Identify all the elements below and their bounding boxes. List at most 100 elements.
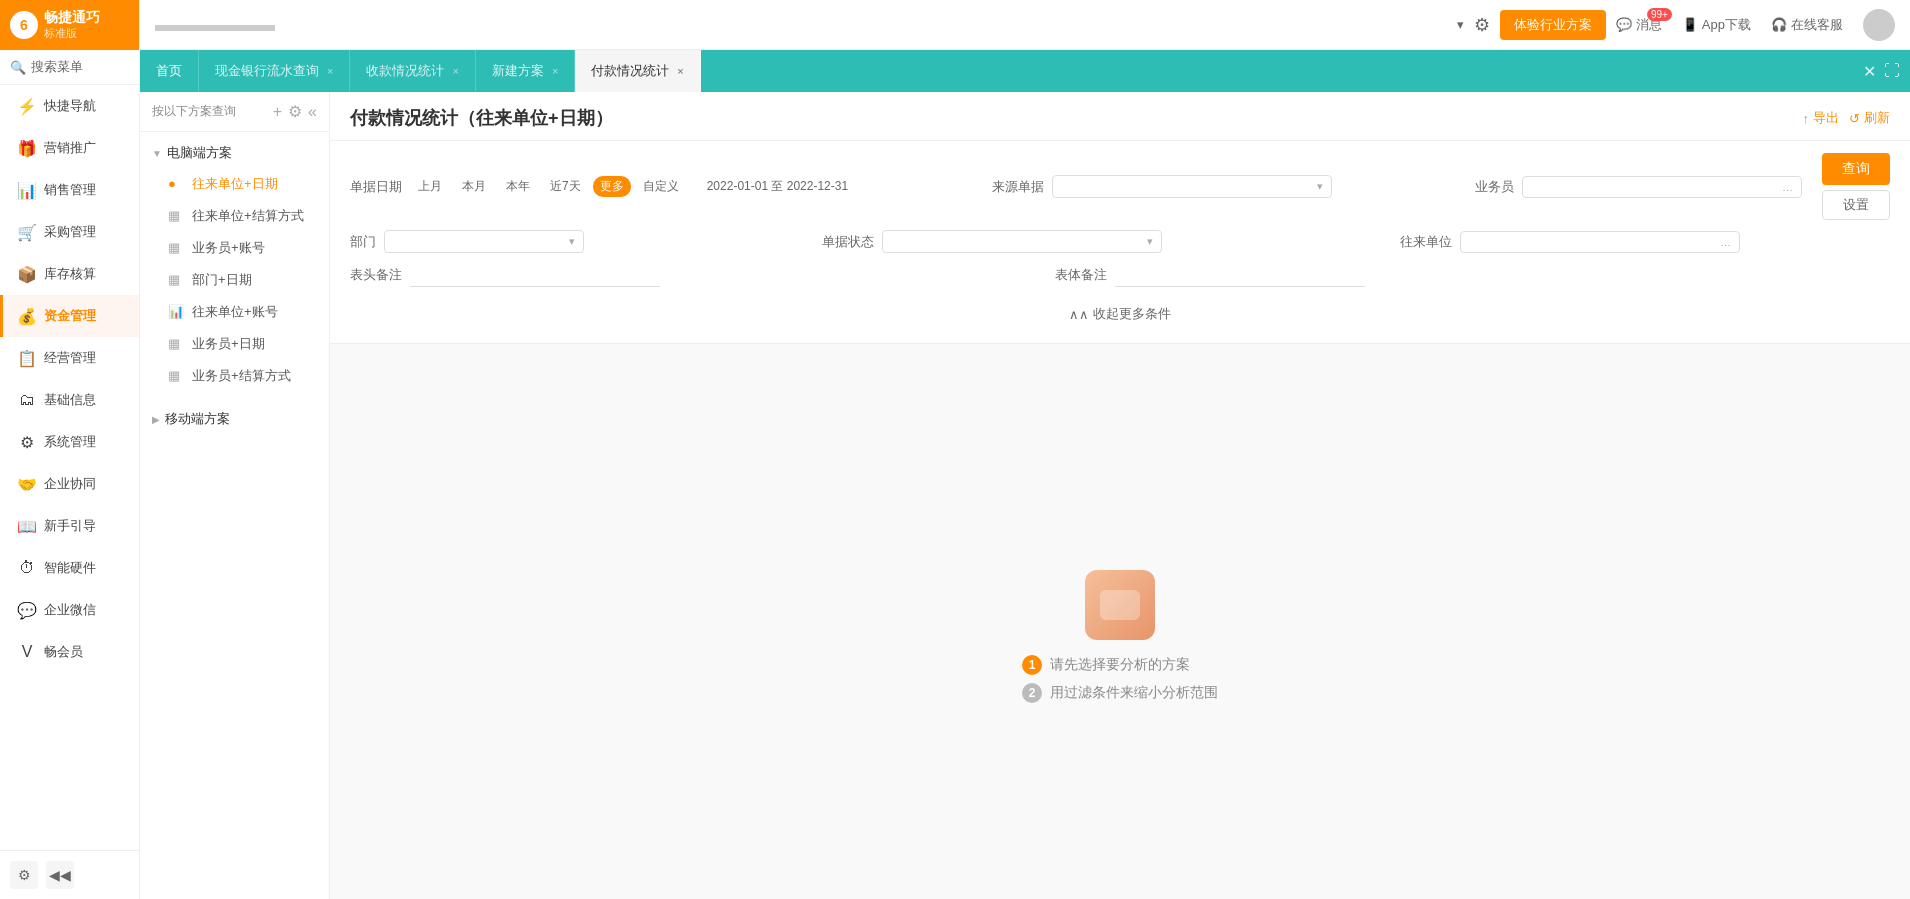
scheme-item-partner-settle[interactable]: ▦ 往来单位+结算方式 <box>140 200 329 232</box>
collapse-scheme-btn[interactable]: « <box>308 103 317 121</box>
sidebar-search[interactable]: 🔍 搜索菜单 <box>0 50 139 85</box>
sidebar-item-hardware[interactable]: ⏱ 智能硬件 <box>0 547 139 589</box>
empty-hint-1: 1 请先选择要分析的方案 <box>1022 655 1218 675</box>
scheme-item-partner-date[interactable]: ● 往来单位+日期 <box>140 168 329 200</box>
tab-new-close[interactable]: × <box>552 65 558 77</box>
add-scheme-btn[interactable]: + <box>273 103 282 121</box>
scheme-section-mobile: ▶ 移动端方案 <box>140 398 329 440</box>
date-opt-custom[interactable]: 自定义 <box>635 175 687 198</box>
scheme-section-mobile-title[interactable]: ▶ 移动端方案 <box>140 404 329 434</box>
export-icon: ↑ <box>1803 111 1810 126</box>
scheme-item-salesman-settle[interactable]: ▦ 业务员+结算方式 <box>140 360 329 392</box>
close-all-tabs-btn[interactable]: ✕ <box>1863 62 1876 81</box>
messages-btn[interactable]: 💬 消息 99+ <box>1616 16 1662 34</box>
doc-status-select[interactable]: ▾ <box>882 230 1162 253</box>
sidebar-item-operation[interactable]: 📋 经营管理 <box>0 337 139 379</box>
date-opt-7days[interactable]: 近7天 <box>542 175 589 198</box>
filter-actions-col: 查询 设置 <box>1822 153 1890 220</box>
hint-text-1: 请先选择要分析的方案 <box>1050 656 1190 674</box>
filter-settings-btn[interactable]: 设置 <box>1822 190 1890 220</box>
nav-icon-enterprise: 🤝 <box>18 475 36 493</box>
nav-label: 资金管理 <box>44 307 96 325</box>
tab-receipts-close[interactable]: × <box>452 65 458 77</box>
sidebar-item-capital[interactable]: 💰 资金管理 <box>0 295 139 337</box>
nav-icon-vip: V <box>18 643 36 661</box>
scheme-item-salesman-account[interactable]: ▦ 业务员+账号 <box>140 232 329 264</box>
partner-select[interactable]: … <box>1460 231 1740 253</box>
filter-partner: 往来单位 … <box>1400 231 1740 253</box>
settings-bottom-btn[interactable]: ⚙ <box>10 861 38 889</box>
nav-label: 企业微信 <box>44 601 96 619</box>
sidebar-item-sales[interactable]: 📊 销售管理 <box>0 169 139 211</box>
empty-illustration <box>1070 540 1170 640</box>
logo-text: 畅捷通巧 <box>44 9 100 26</box>
nav-label: 系统管理 <box>44 433 96 451</box>
tab-new-label: 新建方案 <box>492 62 544 80</box>
filter-row-3: 表头备注 表体备注 <box>350 263 1890 287</box>
tab-receipts-label: 收款情况统计 <box>366 62 444 80</box>
topbar-dropdown[interactable]: ▾ <box>1457 17 1464 32</box>
topbar-settings-icon[interactable]: ⚙ <box>1474 14 1490 36</box>
sidebar-item-purchase[interactable]: 🛒 采购管理 <box>0 211 139 253</box>
nav-icon-operation: 📋 <box>18 349 36 367</box>
salesman-select[interactable]: … <box>1522 176 1802 198</box>
export-btn[interactable]: ↑ 导出 <box>1803 109 1840 127</box>
nav-icon-basic: 🗂 <box>18 391 36 409</box>
topbar-right: 💬 消息 99+ 📱 App下载 🎧 在线客服 <box>1616 9 1895 41</box>
sidebar-item-quick-nav[interactable]: ⚡ 快捷导航 <box>0 85 139 127</box>
scheme-item-salesman-date[interactable]: ▦ 业务员+日期 <box>140 328 329 360</box>
nav-label: 采购管理 <box>44 223 96 241</box>
tab-payments[interactable]: 付款情况统计 × <box>575 50 700 92</box>
date-opt-more[interactable]: 更多 <box>593 176 631 197</box>
filter-date-range: 2022-01-01 至 2022-12-31 <box>707 178 848 195</box>
date-opt-this-month[interactable]: 本月 <box>454 175 494 198</box>
scheme-item-dept-date[interactable]: ▦ 部门+日期 <box>140 264 329 296</box>
body-note-input[interactable] <box>1115 263 1365 287</box>
tab-bank[interactable]: 现金银行流水查询 × <box>199 50 350 92</box>
tab-bank-close[interactable]: × <box>327 65 333 77</box>
sidebar-item-wechat[interactable]: 💬 企业微信 <box>0 589 139 631</box>
trial-btn[interactable]: 体验行业方案 <box>1500 10 1606 40</box>
scheme-settings-btn[interactable]: ⚙ <box>288 102 302 121</box>
filter-doc-status: 单据状态 ▾ <box>822 230 1162 253</box>
message-icon: 💬 <box>1616 17 1632 32</box>
refresh-btn[interactable]: ↺ 刷新 <box>1849 109 1890 127</box>
empty-area: 1 请先选择要分析的方案 2 用过滤条件来缩小分析范围 <box>330 344 1910 899</box>
tab-receipts[interactable]: 收款情况统计 × <box>350 50 475 92</box>
sidebar-item-basic-info[interactable]: 🗂 基础信息 <box>0 379 139 421</box>
source-dropdown-arrow: ▾ <box>1317 180 1323 193</box>
date-opt-last-month[interactable]: 上月 <box>410 175 450 198</box>
tab-payments-close[interactable]: × <box>677 65 683 77</box>
sidebar-item-enterprise[interactable]: 🤝 企业协同 <box>0 463 139 505</box>
sidebar-item-inventory[interactable]: 📦 库存核算 <box>0 253 139 295</box>
tab-new-scheme[interactable]: 新建方案 × <box>476 50 575 92</box>
collapse-sidebar-btn[interactable]: ◀◀ <box>46 861 74 889</box>
online-service-btn[interactable]: 🎧 在线客服 <box>1771 16 1843 34</box>
nav-label: 营销推广 <box>44 139 96 157</box>
app-download-btn[interactable]: 📱 App下载 <box>1682 16 1751 34</box>
header-note-label: 表头备注 <box>350 266 402 284</box>
date-opt-this-year[interactable]: 本年 <box>498 175 538 198</box>
collapse-filter-btn[interactable]: ∧∧ 收起更多条件 <box>350 297 1890 331</box>
header-note-input[interactable] <box>410 263 660 287</box>
sidebar-item-system[interactable]: ⚙ 系统管理 <box>0 421 139 463</box>
message-badge: 99+ <box>1647 8 1672 21</box>
expand-tabs-btn[interactable]: ⛶ <box>1884 62 1900 80</box>
date-range-value: 2022-01-01 至 2022-12-31 <box>707 178 848 195</box>
sidebar-item-guide[interactable]: 📖 新手引导 <box>0 505 139 547</box>
right-area: 付款情况统计（往来单位+日期） ↑ 导出 ↺ 刷新 单 <box>330 92 1910 899</box>
query-btn[interactable]: 查询 <box>1822 153 1890 185</box>
scheme-icon: ▦ <box>168 272 184 288</box>
tab-home[interactable]: 首页 <box>140 50 199 92</box>
nav-icon-purchase: 🛒 <box>18 223 36 241</box>
nav-label: 企业协同 <box>44 475 96 493</box>
scheme-section-desktop-title[interactable]: ▼ 电脑端方案 <box>140 138 329 168</box>
nav-icon-quick: ⚡ <box>18 97 36 115</box>
nav-icon-hardware: ⏱ <box>18 559 36 577</box>
user-avatar[interactable] <box>1863 9 1895 41</box>
scheme-item-partner-account[interactable]: 📊 往来单位+账号 <box>140 296 329 328</box>
dept-select[interactable]: ▾ <box>384 230 584 253</box>
sidebar-item-marketing[interactable]: 🎁 营销推广 <box>0 127 139 169</box>
sidebar-item-vip[interactable]: V 畅会员 <box>0 631 139 673</box>
source-select[interactable]: ▾ <box>1052 175 1332 198</box>
